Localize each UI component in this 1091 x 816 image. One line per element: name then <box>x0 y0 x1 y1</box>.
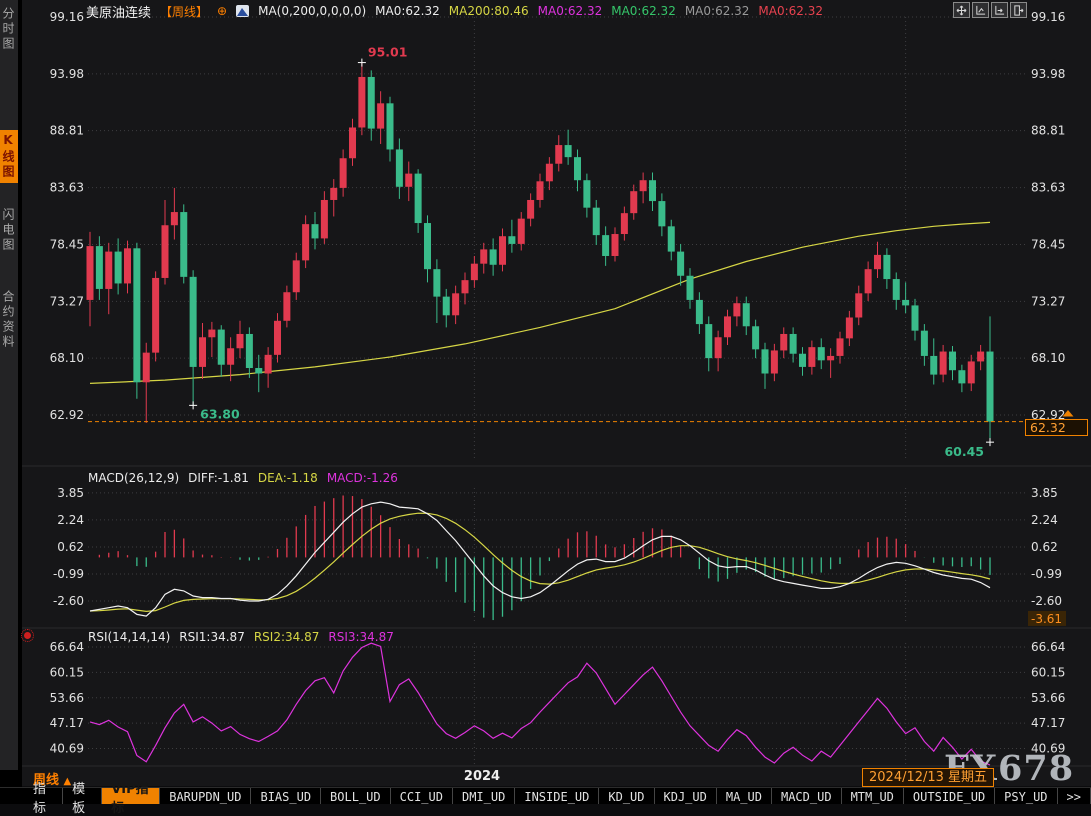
tab-MA_UD[interactable]: MA_UD <box>717 788 772 804</box>
ma-value-4: MA0:62.32 <box>611 4 676 18</box>
rsi-header: RSI(14,14,14) RSI1:34.87 RSI2:34.87 RSI3… <box>88 630 394 644</box>
tab-OUTSIDE_UD[interactable]: OUTSIDE_UD <box>904 788 996 804</box>
tab-CCI_UD[interactable]: CCI_UD <box>391 788 453 804</box>
ma-value-1: MA0:62.32 <box>375 4 440 18</box>
tab-指标[interactable]: 指标 <box>24 782 64 816</box>
sidebar-rail <box>0 0 18 770</box>
ma-value-6: MA0:62.32 <box>758 4 824 18</box>
axis-scale-left-icon[interactable] <box>972 2 989 18</box>
symbol-title: 美原油连续 <box>86 5 152 21</box>
chart-type-icon[interactable] <box>236 5 250 17</box>
tab-MTM_UD[interactable]: MTM_UD <box>842 788 904 804</box>
rsi1-value: RSI1:34.87 <box>179 630 245 644</box>
tab-PSY_UD[interactable]: PSY_UD <box>995 788 1058 804</box>
macd-value: MACD:-1.26 <box>326 471 398 485</box>
ma-formula: MA(0,200,0,0,0,0) <box>258 4 367 18</box>
tab-DMI_UD[interactable]: DMI_UD <box>453 788 516 804</box>
alarm-icon[interactable] <box>21 629 34 642</box>
cursor-date-box: 2024/12/13 星期五 <box>862 768 995 787</box>
macd-dea-value: DEA:-1.18 <box>257 471 318 485</box>
macd-title: MACD(26,12,9) <box>88 471 180 485</box>
sidebar-item-2[interactable]: K线图 <box>0 130 18 183</box>
tab-VIP指标[interactable]: VIP指标 <box>102 782 161 816</box>
ma-value-3: MA0:62.32 <box>537 4 603 18</box>
tab-INSIDE_UD[interactable]: INSIDE_UD <box>515 788 600 804</box>
sidebar-item-3[interactable]: 闪电图 <box>0 205 18 256</box>
circle-plus-icon[interactable]: ⊕ <box>217 4 227 18</box>
tab-BOLL_UD[interactable]: BOLL_UD <box>321 788 391 804</box>
axis-scale-right-icon[interactable] <box>991 2 1008 18</box>
x-axis-year-label: 2024 <box>463 769 501 784</box>
period-up-arrow-icon: ▲ <box>63 776 72 787</box>
sidebar-item-4[interactable]: 合约资料 <box>0 287 18 353</box>
trading-app-window: { "header": { "symbol": "美原油连续", "period… <box>0 0 1091 816</box>
ma-values: MA0:62.32 MA200:80.46 MA0:62.32 MA0:62.32 MA… <box>375 4 823 18</box>
rsi3-value: RSI3:34.87 <box>328 630 394 644</box>
left-sidebar: 分时图 K线图闪电图合约资料 <box>0 0 22 804</box>
tab-KD_UD[interactable]: KD_UD <box>599 788 655 804</box>
sidebar-item-1[interactable]: 分时图 <box>0 4 18 55</box>
rsi2-value: RSI2:34.87 <box>253 630 320 644</box>
chart-background <box>22 0 1091 786</box>
main-chart-header: 美原油连续 【周线】 ⊕ MA(0,200,0,0,0,0) MA0:62.32… <box>86 3 823 21</box>
tab-MACD_UD[interactable]: MACD_UD <box>772 788 842 804</box>
macd-diff-value: DIFF:-1.81 <box>188 471 249 485</box>
last-price-box: 62.32 <box>1025 419 1088 436</box>
exit-window-icon[interactable] <box>1010 2 1027 18</box>
rsi-title: RSI(14,14,14) <box>88 630 171 644</box>
ma-value-2: MA200:80.46 <box>448 4 529 18</box>
indicator-tab-bar: 指标 模板 VIP指标 BARUPDN_UD BIAS_UD BOLL_UD CCI_UD D… <box>0 782 1091 816</box>
tab-KDJ_UD[interactable]: KDJ_UD <box>655 788 717 804</box>
tab-模板[interactable]: 模板 <box>63 782 103 816</box>
tab->>[interactable]: >> <box>1058 788 1091 804</box>
macd-header: MACD(26,12,9) DIFF:-1.81 DEA:-1.18 MACD:… <box>88 471 398 485</box>
tab-BIAS_UD[interactable]: BIAS_UD <box>251 788 322 804</box>
ma-value-5: MA0:62.32 <box>684 4 750 18</box>
period-tag[interactable]: 【周线】 <box>160 3 208 20</box>
tab-BARUPDN_UD[interactable]: BARUPDN_UD <box>160 788 252 804</box>
pan-tool-icon[interactable] <box>953 2 970 18</box>
chart-toolbar <box>953 2 1027 18</box>
